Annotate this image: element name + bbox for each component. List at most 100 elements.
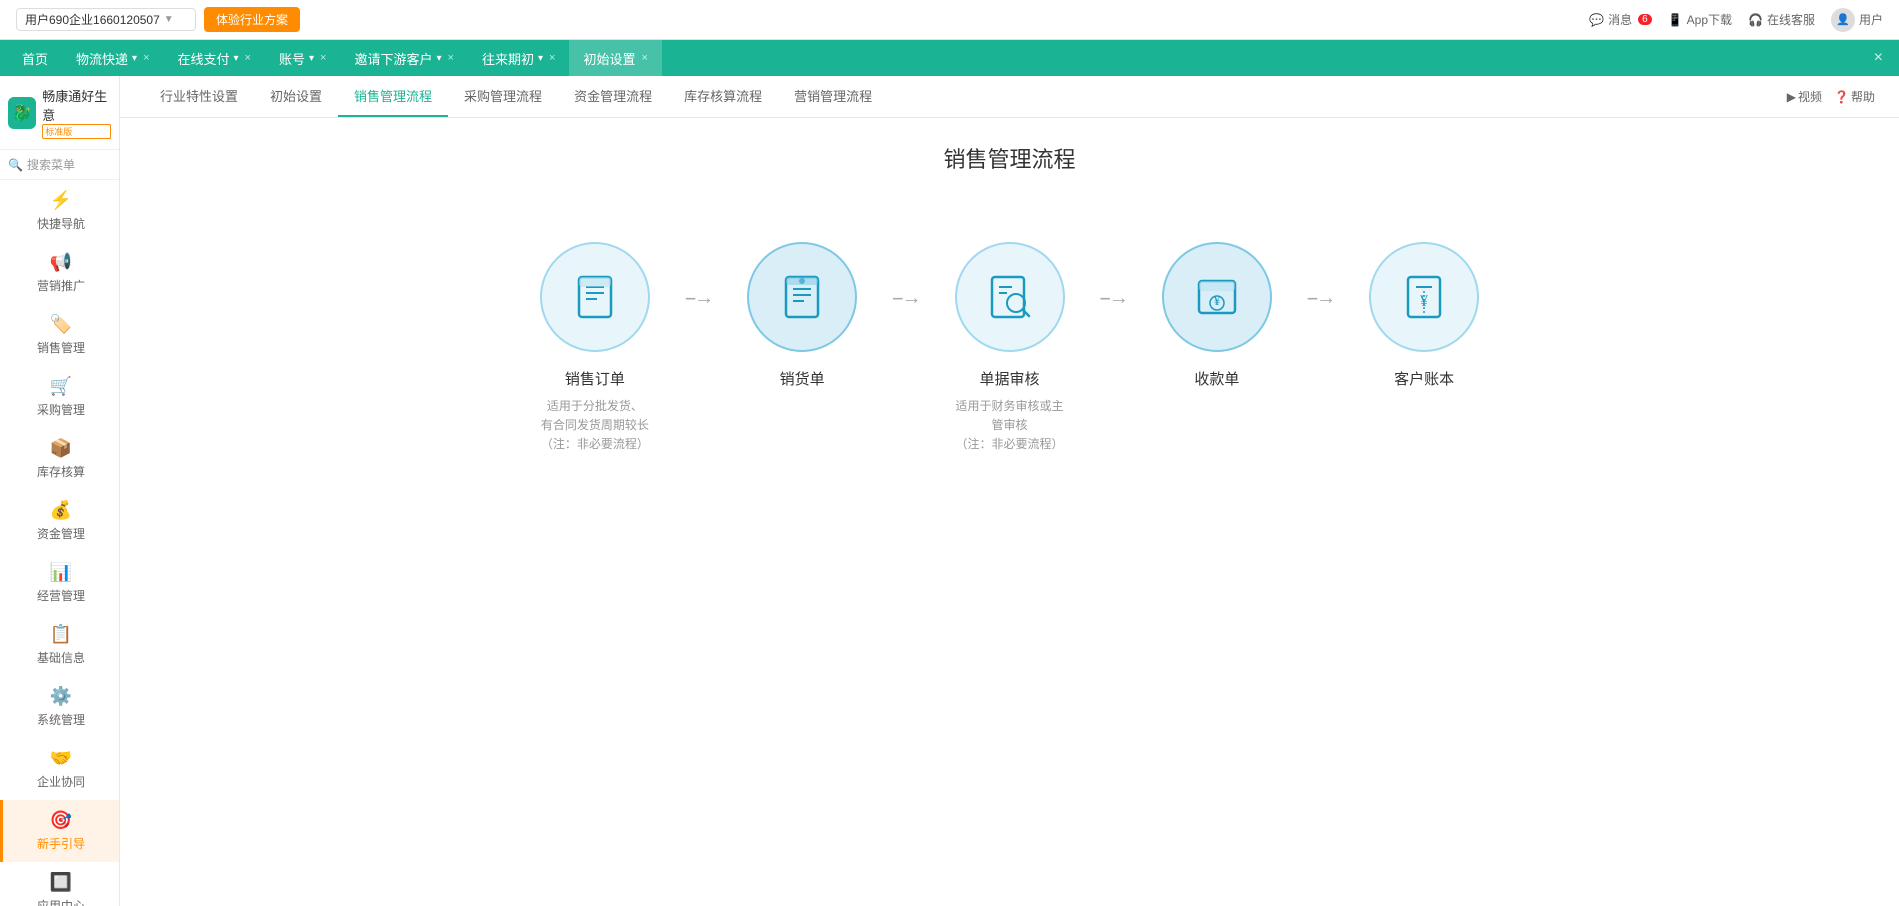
user-avatar-item[interactable]: 👤 用户 — [1831, 8, 1883, 32]
guide-icon: 🎯 — [50, 810, 72, 831]
sidebar-item-jichuxinxi[interactable]: 📋 基础信息 — [0, 614, 119, 676]
main-layout: 🐉 畅康通好生意 标准版 🔍 搜索菜单 ⚡ 快捷导航 📢 营销推广 🏷️ 销售管… — [0, 76, 1899, 906]
chevron-icon: ▾ — [538, 53, 543, 64]
close-icon[interactable]: × — [448, 52, 454, 64]
logo-icon: 🐉 — [8, 97, 36, 129]
video-link[interactable]: ▶ 视频 — [1787, 88, 1822, 105]
sub-tab-marketing-flow-label: 营销管理流程 — [794, 89, 872, 104]
nav-logistics[interactable]: 物流快递 ▾ × — [62, 40, 163, 76]
sidebar-item-caigou[interactable]: 🛒 采购管理 — [0, 366, 119, 428]
arrow-icon: --→ — [892, 287, 919, 310]
sub-tab-purchase-flow[interactable]: 采购管理流程 — [448, 76, 558, 117]
sales-order-icon — [569, 271, 621, 323]
flow-circle-review — [955, 242, 1065, 352]
chevron-down-icon: ▼ — [164, 14, 174, 25]
step-desc-review: 适用于财务审核或主管审核（注：非必要流程） — [955, 397, 1063, 455]
flow-circle-sales-order — [540, 242, 650, 352]
sidebar-item-yingxiao[interactable]: 📢 营销推广 — [0, 242, 119, 304]
sidebar-item-xietong[interactable]: 🤝 企业协同 — [0, 738, 119, 800]
nav-invite[interactable]: 邀请下游客户 ▾ × — [340, 40, 467, 76]
sidebar-item-kuaijie[interactable]: ⚡ 快捷导航 — [0, 180, 119, 242]
sub-tab-inventory-flow-label: 库存核算流程 — [684, 89, 762, 104]
sidebar-label-xiaoshou: 销售管理 — [37, 339, 85, 356]
trial-button[interactable]: 体验行业方案 — [204, 7, 300, 32]
chevron-icon: ▾ — [234, 53, 239, 64]
sidebar-item-xitong[interactable]: ⚙️ 系统管理 — [0, 676, 119, 738]
message-label: 消息 — [1608, 11, 1632, 28]
sales-icon: 🏷️ — [50, 314, 72, 335]
sub-tab-marketing-flow[interactable]: 营销管理流程 — [778, 76, 888, 117]
payment-icon: ¥ — [1191, 271, 1243, 323]
flash-icon: ⚡ — [50, 190, 72, 211]
step-name-payment: 收款单 — [1194, 368, 1239, 389]
online-service-item[interactable]: 🎧 在线客服 — [1748, 11, 1815, 28]
close-icon[interactable]: × — [549, 52, 555, 64]
step-name-sales-order: 销售订单 — [565, 368, 625, 389]
nav-payment[interactable]: 在线支付 ▾ × — [164, 40, 265, 76]
info-icon: 📋 — [50, 624, 72, 645]
sidebar-label-zijin: 资金管理 — [37, 525, 85, 542]
close-icon[interactable]: × — [245, 52, 251, 64]
step-name-review: 单据审核 — [979, 368, 1039, 389]
sidebar: 🐉 畅康通好生意 标准版 🔍 搜索菜单 ⚡ 快捷导航 📢 营销推广 🏷️ 销售管… — [0, 76, 120, 906]
download-icon: 📱 — [1668, 13, 1683, 27]
search-icon: 🔍 — [8, 158, 23, 172]
search-label: 搜索菜单 — [27, 156, 75, 173]
sub-tab-sales-flow[interactable]: 销售管理流程 — [338, 76, 448, 117]
nav-period-label: 往来期初 — [482, 49, 534, 68]
review-icon — [984, 271, 1036, 323]
flow-step-payment: ¥ 收款单 — [1127, 242, 1307, 397]
close-icon[interactable]: × — [320, 52, 326, 64]
sidebar-label-jichuxinxi: 基础信息 — [37, 649, 85, 666]
sub-tab-industry[interactable]: 行业特性设置 — [144, 76, 254, 117]
nav-period[interactable]: 往来期初 ▾ × — [468, 40, 569, 76]
flow-step-invoice: 销货单 — [712, 242, 892, 397]
sub-tab-industry-label: 行业特性设置 — [160, 89, 238, 104]
flow-step-sales-order: 销售订单 适用于分批发货、有合同发货周期较长（注：非必要流程） — [505, 242, 685, 455]
sidebar-label-yingyong: 应用中心 — [37, 897, 85, 906]
logo-title: 畅康通好生意 — [42, 86, 111, 124]
sidebar-item-kucun[interactable]: 📦 库存核算 — [0, 428, 119, 490]
nav-home-label: 首页 — [22, 49, 48, 68]
sidebar-item-jingying[interactable]: 📊 经营管理 — [0, 552, 119, 614]
app-download-item[interactable]: 📱 App下载 — [1668, 11, 1732, 28]
sub-tab-purchase-flow-label: 采购管理流程 — [464, 89, 542, 104]
sidebar-item-zijin[interactable]: 💰 资金管理 — [0, 490, 119, 552]
nav-account[interactable]: 账号 ▾ × — [265, 40, 340, 76]
nav-close-button[interactable]: × — [1866, 49, 1891, 67]
chart-icon: 📊 — [50, 562, 72, 583]
user-selector[interactable]: 用户690企业1660120507 ▼ — [16, 8, 196, 31]
nav-init-label: 初始设置 — [583, 49, 635, 68]
sidebar-label-kuaijie: 快捷导航 — [37, 215, 85, 232]
sidebar-search[interactable]: 🔍 搜索菜单 — [0, 150, 119, 180]
sidebar-label-xitong: 系统管理 — [37, 711, 85, 728]
flow-circle-payment: ¥ — [1162, 242, 1272, 352]
nav-init-settings[interactable]: 初始设置 × — [569, 40, 661, 76]
chevron-icon: ▾ — [436, 53, 441, 64]
nav-invite-label: 邀请下游客户 — [354, 49, 432, 68]
sub-tab-inventory-flow[interactable]: 库存核算流程 — [668, 76, 778, 117]
sub-tab-finance-flow-label: 资金管理流程 — [574, 89, 652, 104]
online-service-label: 在线客服 — [1767, 11, 1815, 28]
sub-tab-finance-flow[interactable]: 资金管理流程 — [558, 76, 668, 117]
sidebar-item-xinshou[interactable]: 🎯 新手引导 — [0, 800, 119, 862]
help-link[interactable]: ❓ 帮助 — [1834, 88, 1875, 105]
video-icon: ▶ — [1787, 90, 1796, 104]
gear-icon: ⚙️ — [50, 686, 72, 707]
sidebar-label-caigou: 采购管理 — [37, 401, 85, 418]
sidebar-item-yingyong[interactable]: 🔲 应用中心 — [0, 862, 119, 906]
close-icon[interactable]: × — [143, 52, 149, 64]
step-name-ledger: 客户账本 — [1394, 368, 1454, 389]
message-badge: 6 — [1638, 14, 1652, 25]
sidebar-item-xiaoshou[interactable]: 🏷️ 销售管理 — [0, 304, 119, 366]
close-icon[interactable]: × — [641, 52, 647, 64]
chevron-icon: ▾ — [132, 53, 137, 64]
sub-tab-init[interactable]: 初始设置 — [254, 76, 338, 117]
flow-arrow-4: --→ — [1307, 242, 1334, 310]
box-icon: 📦 — [50, 438, 72, 459]
nav-payment-label: 在线支付 — [178, 49, 230, 68]
apps-icon: 🔲 — [50, 872, 72, 893]
message-item[interactable]: 💬 消息 6 — [1589, 11, 1652, 28]
nav-home[interactable]: 首页 — [8, 40, 62, 76]
megaphone-icon: 📢 — [50, 252, 72, 273]
